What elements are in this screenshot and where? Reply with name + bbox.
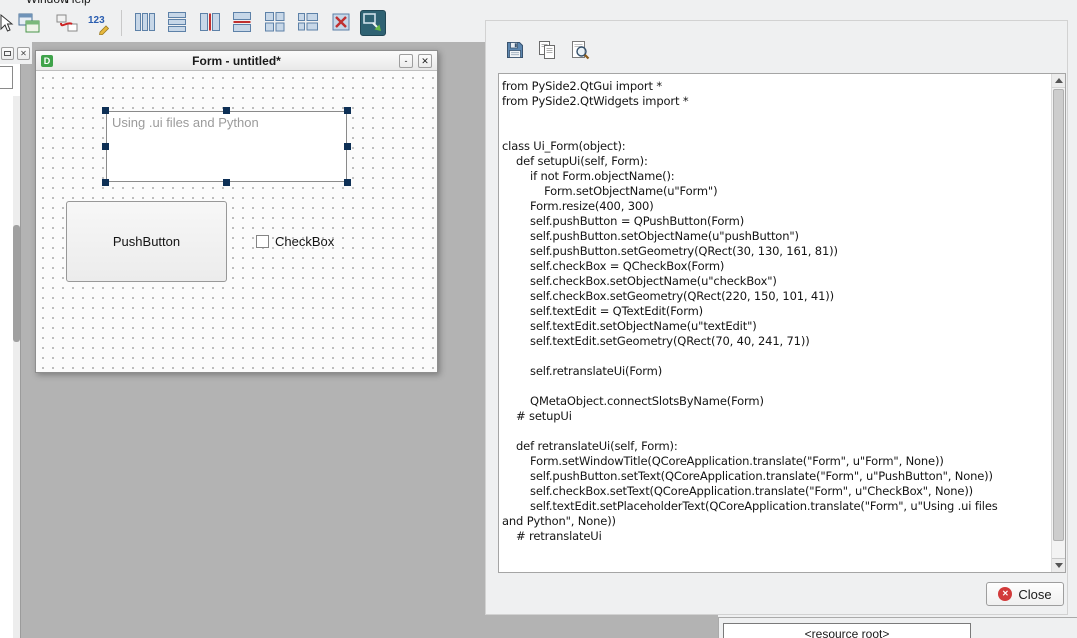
widget-box-panel: [0, 64, 21, 638]
layout-form-icon[interactable]: [297, 11, 321, 35]
python-code-text: from PySide2.QtGui import * from PySide2…: [502, 79, 1049, 570]
selection-handle[interactable]: [344, 107, 351, 114]
edit-widgets-icon[interactable]: [0, 11, 15, 35]
edit-tab-order-icon[interactable]: 123: [87, 11, 111, 35]
find-icon[interactable]: [567, 37, 593, 63]
form-window-titlebar[interactable]: D Form - untitled* - ✕: [36, 51, 437, 71]
form-editor-window: D Form - untitled* - ✕ Using .ui files a…: [35, 50, 438, 373]
form-canvas[interactable]: Using .ui files and Python PushButton Ch…: [36, 71, 437, 372]
selection-handle[interactable]: [344, 179, 351, 186]
code-scrollbar[interactable]: [1051, 74, 1065, 572]
layout-horizontal-splitter-icon[interactable]: [199, 11, 223, 35]
svg-text:123: 123: [88, 15, 105, 26]
toolbar-separator: [121, 10, 122, 36]
scroll-up-button[interactable]: [1052, 74, 1065, 88]
resource-browser-panel: <resource root>: [718, 617, 1077, 638]
form-window-title: Form - untitled*: [36, 51, 437, 71]
dock-float-icon: [4, 51, 11, 56]
checkbox-widget[interactable]: CheckBox: [256, 221, 357, 262]
resource-root-item[interactable]: <resource root>: [723, 623, 971, 638]
widget-box-scrollbar-thumb[interactable]: [13, 225, 20, 342]
close-window-button[interactable]: ✕: [418, 54, 432, 68]
code-preview-dialog: from PySide2.QtGui import * from PySide2…: [485, 20, 1068, 615]
edit-signals-slots-icon[interactable]: [17, 11, 41, 35]
dock-float-button[interactable]: [1, 47, 14, 60]
adjust-size-icon[interactable]: [360, 10, 386, 36]
edit-buddies-icon[interactable]: [55, 11, 79, 35]
designer-form-icon: D: [41, 55, 53, 67]
layout-horizontal-icon[interactable]: [134, 11, 158, 35]
close-button-label: Close: [1018, 587, 1051, 602]
checkbox-label: CheckBox: [275, 234, 334, 249]
layout-vertical-icon[interactable]: [166, 11, 190, 35]
break-layout-icon[interactable]: [330, 11, 354, 35]
textedit-widget[interactable]: Using .ui files and Python: [106, 111, 347, 182]
dock-close-button[interactable]: ✕: [17, 47, 30, 60]
arrow-down-icon: [1055, 563, 1063, 568]
layout-vertical-splitter-icon[interactable]: [231, 11, 255, 35]
selection-handle[interactable]: [102, 179, 109, 186]
save-icon[interactable]: [502, 37, 528, 63]
scrollbar-thumb[interactable]: [1053, 89, 1064, 541]
close-button-icon: ✕: [998, 587, 1012, 601]
copy-icon[interactable]: [534, 37, 560, 63]
qt-designer-window: Window Help 123: [0, 0, 1077, 638]
selection-handle[interactable]: [102, 107, 109, 114]
close-button[interactable]: ✕ Close: [986, 582, 1064, 606]
selection-handle[interactable]: [223, 107, 230, 114]
arrow-up-icon: [1055, 78, 1063, 83]
code-view[interactable]: from PySide2.QtGui import * from PySide2…: [498, 73, 1066, 573]
minimize-button[interactable]: -: [399, 54, 413, 68]
layout-grid-icon[interactable]: [264, 11, 288, 35]
selection-handle[interactable]: [223, 179, 230, 186]
checkbox-indicator[interactable]: [256, 235, 269, 248]
selection-handle[interactable]: [102, 143, 109, 150]
pushbutton-widget[interactable]: PushButton: [66, 201, 227, 282]
widget-box-scrollbar-track[interactable]: [13, 96, 20, 638]
scroll-down-button[interactable]: [1052, 558, 1065, 572]
widget-filter-input[interactable]: [0, 66, 13, 89]
selection-handle[interactable]: [344, 143, 351, 150]
